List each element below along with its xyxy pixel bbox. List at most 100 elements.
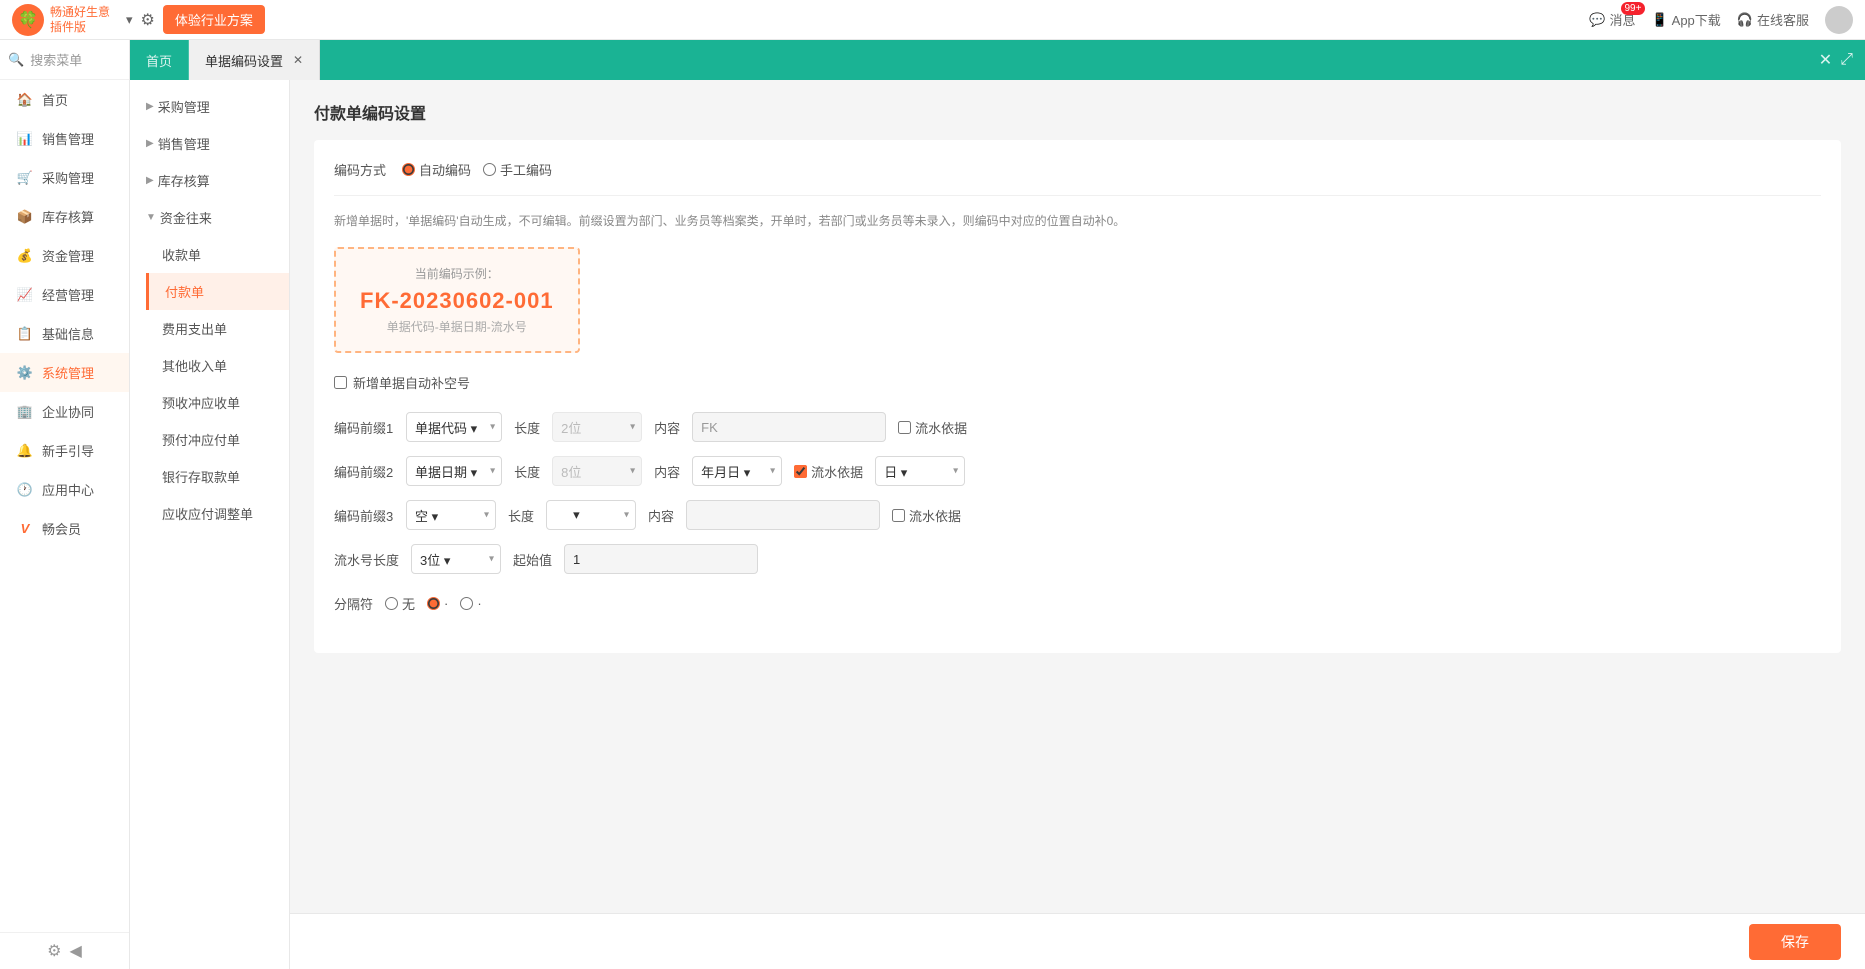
sidebar-item-sales[interactable]: 📊 销售管理 xyxy=(0,119,129,158)
sub-group-purchase-label: 采购管理 xyxy=(158,97,210,116)
separator-none[interactable]: 无 xyxy=(385,594,415,613)
tab-document-encoding[interactable]: 单据编码设置 ✕ xyxy=(189,40,320,80)
separator-none-radio[interactable] xyxy=(385,597,398,610)
separator-dash[interactable]: · xyxy=(460,596,481,611)
app-icon: 📱 xyxy=(1651,12,1667,28)
sidebar-bottom: ⚙ ◀ xyxy=(0,932,129,969)
sidebar-label-purchase: 采购管理 xyxy=(42,168,94,187)
appcenter-icon: 🕐 xyxy=(16,481,34,499)
sub-item-payment-label: 付款单 xyxy=(165,282,204,301)
tab-expand-action[interactable]: ⤢ xyxy=(1840,51,1853,69)
separator-dot[interactable]: · xyxy=(427,596,448,611)
sidebar-item-home[interactable]: 🏠 首页 xyxy=(0,80,129,119)
user-avatar[interactable] xyxy=(1825,6,1853,34)
prefix-2-select[interactable]: 单据日期 ▾ xyxy=(406,456,502,486)
length-2-select[interactable]: 8位 xyxy=(552,456,642,486)
sub-item-other-income[interactable]: 其他收入单 xyxy=(146,347,289,384)
sidebar-label-system: 系统管理 xyxy=(42,363,94,382)
enterprise-icon: 🏢 xyxy=(16,403,34,421)
auto-fill-label[interactable]: 新增单据自动补空号 xyxy=(353,373,470,392)
message-item[interactable]: 💬 消息 99+ xyxy=(1589,10,1635,29)
sidebar-item-basic[interactable]: 📋 基础信息 xyxy=(0,314,129,353)
sidebar-label-enterprise: 企业协同 xyxy=(42,402,94,421)
sidebar-item-purchase[interactable]: 🛒 采购管理 xyxy=(0,158,129,197)
sub-item-advance-pay-offset-label: 预付冲应付单 xyxy=(162,430,240,449)
radio-auto-encoding[interactable]: 自动编码 xyxy=(402,160,471,179)
serial-2-checkbox[interactable] xyxy=(794,465,807,478)
top-bar: 🍀 畅通好生意 插件版 ▾ ⚙ 体验行业方案 💬 消息 99+ 📱 App下载 … xyxy=(0,0,1865,40)
sidebar-item-finance[interactable]: 💰 资金管理 xyxy=(0,236,129,275)
sidebar-item-enterprise[interactable]: 🏢 企业协同 xyxy=(0,392,129,431)
sub-item-expense-label: 费用支出单 xyxy=(162,319,227,338)
chevron-right-icon: ▶ xyxy=(146,101,154,112)
settings-icon[interactable]: ⚙ xyxy=(141,10,155,30)
sidebar-item-system[interactable]: ⚙️ 系统管理 xyxy=(0,353,129,392)
tab-close-icon[interactable]: ✕ xyxy=(293,53,303,67)
auto-fill-checkbox[interactable] xyxy=(334,376,347,389)
radio-auto-input[interactable] xyxy=(402,163,415,176)
prefix-row-2: 编码前缀2 单据日期 ▾ 长度 8位 内容 年月日 ▾ 流水依据 日 ▾ xyxy=(334,456,1821,486)
save-button[interactable]: 保存 xyxy=(1749,924,1841,960)
online-service-item[interactable]: 🎧 在线客服 xyxy=(1737,10,1809,29)
sub-item-other-income-label: 其他收入单 xyxy=(162,356,227,375)
sub-item-bank[interactable]: 银行存取款单 xyxy=(146,458,289,495)
radio-manual-input[interactable] xyxy=(483,163,496,176)
prefix-3-select[interactable]: 空 ▾ xyxy=(406,500,496,530)
sub-group-capital[interactable]: ▼ 资金往来 xyxy=(130,199,289,236)
sub-item-bank-label: 银行存取款单 xyxy=(162,467,240,486)
sidebar-item-member[interactable]: V 畅会员 xyxy=(0,509,129,548)
prefix-1-select[interactable]: 单据代码 ▾ xyxy=(406,412,502,442)
app-download-item[interactable]: 📱 App下载 xyxy=(1651,10,1720,29)
radio-manual-label: 手工编码 xyxy=(500,160,552,179)
sidebar-settings-icon[interactable]: ⚙ xyxy=(47,941,61,961)
guide-icon: 🔔 xyxy=(16,442,34,460)
length-3-label: 长度 xyxy=(508,506,534,525)
separator-dash-radio[interactable] xyxy=(460,597,473,610)
tab-home[interactable]: 首页 xyxy=(130,40,189,80)
sidebar-label-appcenter: 应用中心 xyxy=(42,480,94,499)
serial-2-unit-select[interactable]: 日 ▾ xyxy=(875,456,965,486)
sub-item-payment[interactable]: 付款单 xyxy=(146,273,289,310)
tab-close-action[interactable]: ✕ xyxy=(1819,50,1832,70)
sidebar-item-operation[interactable]: 📈 经营管理 xyxy=(0,275,129,314)
chevron-right-icon-3: ▶ xyxy=(146,175,154,186)
prefix-3-label: 编码前缀3 xyxy=(334,506,394,525)
serial-1-checkbox[interactable] xyxy=(898,421,911,434)
experience-button[interactable]: 体验行业方案 xyxy=(163,5,265,34)
sub-group-purchase[interactable]: ▶ 采购管理 xyxy=(130,88,289,125)
radio-manual-encoding[interactable]: 手工编码 xyxy=(483,160,552,179)
sidebar-item-guide[interactable]: 🔔 新手引导 xyxy=(0,431,129,470)
sub-group-inventory[interactable]: ▶ 库存核算 xyxy=(130,162,289,199)
nav-arrow-down[interactable]: ▾ xyxy=(126,12,133,28)
sub-item-receipt[interactable]: 收款单 xyxy=(146,236,289,273)
sidebar-item-appcenter[interactable]: 🕐 应用中心 xyxy=(0,470,129,509)
prefix-2-label: 编码前缀2 xyxy=(334,462,394,481)
sub-sidebar: ▶ 采购管理 ▶ 销售管理 ▶ 库存核算 ▼ 资金往来 收款单 xyxy=(130,80,290,969)
content-3-input[interactable] xyxy=(686,500,880,530)
length-2-label: 长度 xyxy=(514,462,540,481)
sub-item-prepay-offset[interactable]: 预收冲应收单 xyxy=(146,384,289,421)
serial-3-checkbox[interactable] xyxy=(892,509,905,522)
serial-length-select[interactable]: 3位 ▾ xyxy=(411,544,501,574)
encoding-method-row: 编码方式 自动编码 手工编码 xyxy=(334,160,1821,196)
sidebar-label-sales: 销售管理 xyxy=(42,129,94,148)
separator-dot-radio[interactable] xyxy=(427,597,440,610)
sidebar-item-inventory[interactable]: 📦 库存核算 xyxy=(0,197,129,236)
sub-item-expense[interactable]: 费用支出单 xyxy=(146,310,289,347)
sidebar-label-operation: 经营管理 xyxy=(42,285,94,304)
separator-row: 分隔符 无 · xyxy=(334,594,1821,613)
length-3-select[interactable]: ▾ xyxy=(546,500,636,530)
sidebar-search[interactable]: 🔍 搜索菜单 xyxy=(0,40,129,80)
sub-item-ap-ar-adjust[interactable]: 应收应付调整单 xyxy=(146,495,289,532)
length-1-select[interactable]: 2位 xyxy=(552,412,642,442)
prefix-1-label: 编码前缀1 xyxy=(334,418,394,437)
start-value-input[interactable] xyxy=(564,544,758,574)
sidebar-collapse-icon[interactable]: ◀ xyxy=(70,941,82,961)
sub-group-sales[interactable]: ▶ 销售管理 xyxy=(130,125,289,162)
content-2-select[interactable]: 年月日 ▾ xyxy=(692,456,782,486)
serial-length-label: 流水号长度 xyxy=(334,550,399,569)
basic-icon: 📋 xyxy=(16,325,34,343)
sidebar-label-basic: 基础信息 xyxy=(42,324,94,343)
sub-item-prepay-offset-label: 预收冲应收单 xyxy=(162,393,240,412)
sub-item-advance-pay-offset[interactable]: 预付冲应付单 xyxy=(146,421,289,458)
